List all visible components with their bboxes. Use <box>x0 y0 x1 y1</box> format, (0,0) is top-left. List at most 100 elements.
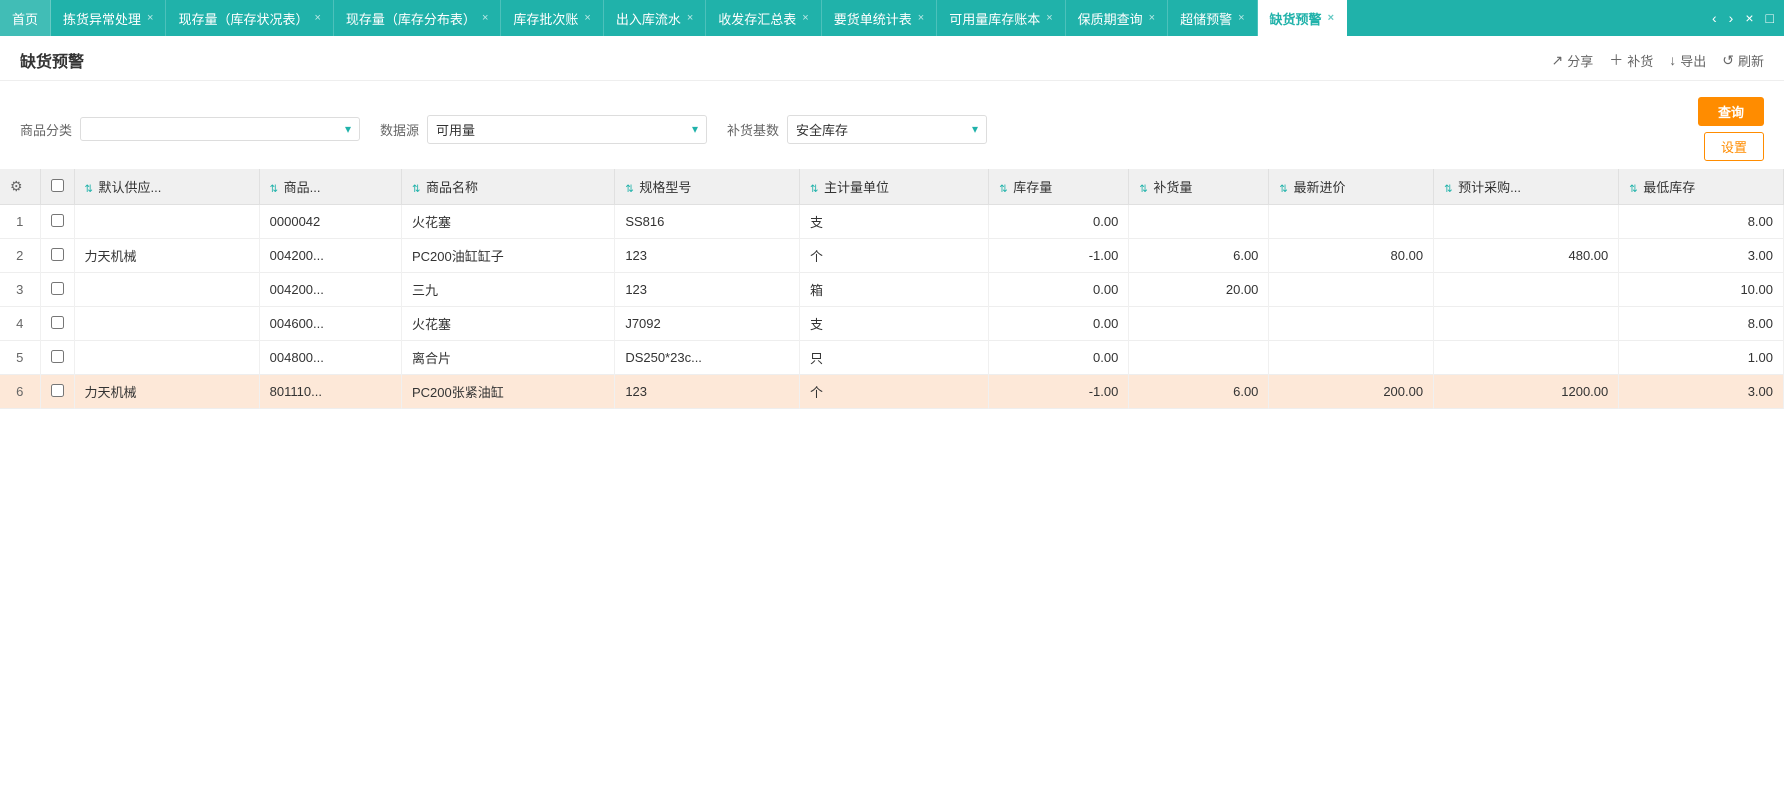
row-est-purchase: 1200.00 <box>1434 375 1619 409</box>
tab-close-demand-stats[interactable]: × <box>918 12 924 24</box>
tab-in-out-flow[interactable]: 出入库流水 × <box>604 0 706 36</box>
row-spec: 123 <box>615 375 800 409</box>
category-select[interactable]: ▾ <box>80 117 360 141</box>
row-checkbox[interactable] <box>51 384 64 397</box>
row-checkbox[interactable] <box>51 316 64 329</box>
row-unit: 箱 <box>800 273 989 307</box>
row-checkbox-cell <box>40 239 74 273</box>
row-product-code: 004800... <box>259 341 401 375</box>
stock-qty-sort-icon: ⇅ <box>999 184 1007 195</box>
share-button[interactable]: ↗ 分享 <box>1551 51 1593 70</box>
tab-expiry-query[interactable]: 保质期查询 × <box>1066 0 1168 36</box>
row-replenish-qty: 6.00 <box>1129 375 1269 409</box>
row-product-name: 离合片 <box>401 341 614 375</box>
tab-stock-status[interactable]: 现存量（库存状况表） × <box>166 0 333 36</box>
category-select-arrow-icon: ▾ <box>345 122 351 136</box>
settings-button[interactable]: 设置 <box>1704 132 1764 161</box>
row-latest-price <box>1269 273 1434 307</box>
tab-close-shortage[interactable]: × <box>1328 12 1334 24</box>
tab-demand-stats[interactable]: 要货单统计表 × <box>822 0 937 36</box>
col-spec: ⇅ 规格型号 <box>615 169 800 205</box>
row-num: 4 <box>0 307 40 341</box>
tab-close-in-out-flow[interactable]: × <box>687 12 693 24</box>
row-checkbox-cell <box>40 307 74 341</box>
prev-tab-button[interactable]: ‹ <box>1706 8 1723 28</box>
row-stock-qty: -1.00 <box>989 375 1129 409</box>
row-stock-qty: -1.00 <box>989 239 1129 273</box>
row-product-code: 801110... <box>259 375 401 409</box>
replenish-button[interactable]: ＋ 补货 <box>1609 50 1653 70</box>
tab-shortage[interactable]: 缺货预警 × <box>1258 0 1347 36</box>
row-product-code: 004600... <box>259 307 401 341</box>
table-row: 5 004800... 离合片 DS250*23c... 只 0.00 1.00 <box>0 341 1784 375</box>
settings-gear-icon[interactable]: ⚙ <box>10 178 23 194</box>
product-name-sort-icon: ⇅ <box>412 184 420 195</box>
replenish-basis-filter-group: 补货基数 安全库存 ▾ <box>727 115 987 144</box>
page-title: 缺货预警 <box>20 48 84 72</box>
table-body: 1 0000042 火花塞 SS816 支 0.00 8.00 2 力天机械 0… <box>0 205 1784 409</box>
replenish-basis-select-value: 安全库存 <box>796 120 848 139</box>
filter-area: 商品分类 ▾ 数据源 可用量 ▾ 补货基数 安全库存 ▾ 查询 设置 <box>0 81 1784 169</box>
tab-home[interactable]: 首页 <box>0 0 51 36</box>
row-checkbox[interactable] <box>51 248 64 261</box>
query-button[interactable]: 查询 <box>1698 97 1764 126</box>
row-checkbox-cell <box>40 375 74 409</box>
export-icon: ↓ <box>1669 52 1676 68</box>
row-default-supplier: 力天机械 <box>74 375 259 409</box>
tab-close-overstock[interactable]: × <box>1238 12 1244 24</box>
replenish-basis-label: 补货基数 <box>727 120 779 139</box>
table-header-row: ⚙ ⇅ 默认供应... ⇅ 商品... ⇅ 商品名称 <box>0 169 1784 205</box>
min-stock-sort-icon: ⇅ <box>1629 184 1637 195</box>
tab-close-stock-dist[interactable]: × <box>482 12 488 24</box>
datasource-select[interactable]: 可用量 ▾ <box>427 115 707 144</box>
row-checkbox[interactable] <box>51 350 64 363</box>
replenish-basis-select[interactable]: 安全库存 ▾ <box>787 115 987 144</box>
refresh-button[interactable]: ↺ 刷新 <box>1722 51 1764 70</box>
tab-overstock[interactable]: 超储预警 × <box>1168 0 1257 36</box>
replenish-qty-sort-icon: ⇅ <box>1139 184 1147 195</box>
table-row: 4 004600... 火花塞 J7092 支 0.00 8.00 <box>0 307 1784 341</box>
row-latest-price <box>1269 307 1434 341</box>
tab-close-expiry-query[interactable]: × <box>1149 12 1155 24</box>
tab-batch-account[interactable]: 库存批次账 × <box>501 0 603 36</box>
row-est-purchase <box>1434 307 1619 341</box>
row-latest-price: 80.00 <box>1269 239 1434 273</box>
row-est-purchase <box>1434 341 1619 375</box>
tab-stock-dist[interactable]: 现存量（库存分布表） × <box>334 0 501 36</box>
table-row: 3 004200... 三九 123 箱 0.00 20.00 10.00 <box>0 273 1784 307</box>
row-spec: SS816 <box>615 205 800 239</box>
datasource-select-arrow-icon: ▾ <box>692 122 698 136</box>
row-product-name: 火花塞 <box>401 205 614 239</box>
tab-available-ledger[interactable]: 可用量库存账本 × <box>937 0 1065 36</box>
row-spec: J7092 <box>615 307 800 341</box>
category-filter-group: 商品分类 ▾ <box>20 117 360 141</box>
col-stock-qty: ⇅ 库存量 <box>989 169 1129 205</box>
select-all-checkbox[interactable] <box>51 179 64 192</box>
row-checkbox[interactable] <box>51 214 64 227</box>
col-default-supplier: ⇅ 默认供应... <box>74 169 259 205</box>
tab-exception[interactable]: 拣货异常处理 × <box>51 0 166 36</box>
col-unit: ⇅ 主计量单位 <box>800 169 989 205</box>
close-window-button[interactable]: × <box>1739 8 1759 28</box>
row-num: 5 <box>0 341 40 375</box>
tab-close-exception[interactable]: × <box>147 12 153 24</box>
filter-actions: 查询 设置 <box>1698 97 1764 161</box>
category-label: 商品分类 <box>20 120 72 139</box>
tab-close-available-ledger[interactable]: × <box>1046 12 1052 24</box>
datasource-label: 数据源 <box>380 120 419 139</box>
table-row: 2 力天机械 004200... PC200油缸缸子 123 个 -1.00 6… <box>0 239 1784 273</box>
spec-sort-icon: ⇅ <box>625 184 633 195</box>
tab-close-batch-account[interactable]: × <box>584 12 590 24</box>
row-min-stock: 3.00 <box>1619 239 1784 273</box>
maximize-window-button[interactable]: □ <box>1760 8 1780 28</box>
row-checkbox[interactable] <box>51 282 64 295</box>
next-tab-button[interactable]: › <box>1723 8 1740 28</box>
tab-close-receive-summary[interactable]: × <box>802 12 808 24</box>
row-num: 6 <box>0 375 40 409</box>
row-stock-qty: 0.00 <box>989 341 1129 375</box>
export-button[interactable]: ↓ 导出 <box>1669 51 1706 70</box>
row-replenish-qty <box>1129 307 1269 341</box>
tab-receive-summary[interactable]: 收发存汇总表 × <box>706 0 821 36</box>
tab-close-stock-status[interactable]: × <box>314 12 320 24</box>
row-stock-qty: 0.00 <box>989 307 1129 341</box>
